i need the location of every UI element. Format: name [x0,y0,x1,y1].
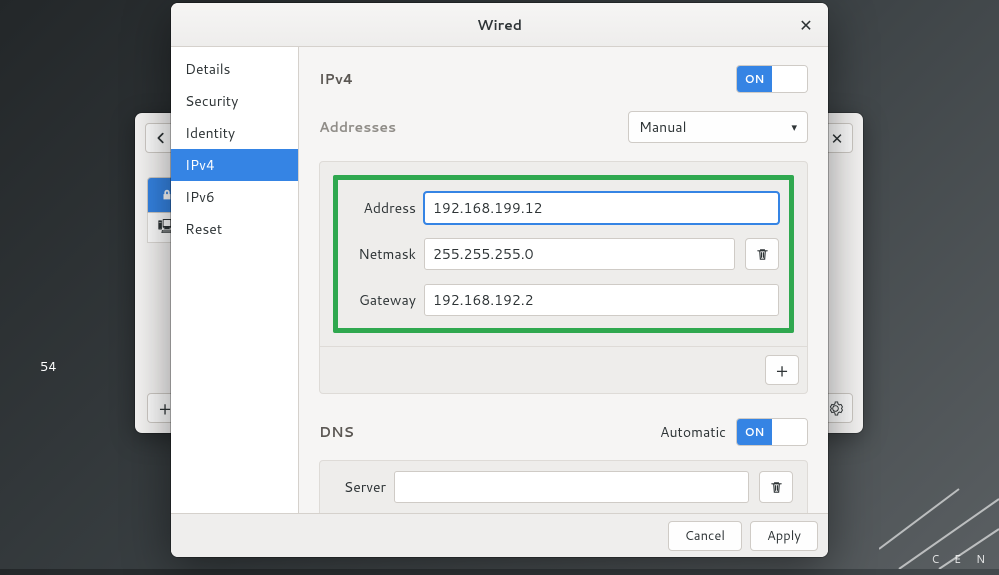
addresses-panel: Address Netmask Gateway [319,161,808,394]
wired-settings-dialog: Wired ✕ Details Security Identity IPv4 I… [171,3,828,557]
sidebar-item-ipv4[interactable]: IPv4 [171,149,298,181]
action-bar: Cancel Apply [171,513,828,557]
chevron-down-icon: ▾ [791,119,797,135]
sidebar-item-security[interactable]: Security [171,85,298,117]
window-title: Wired [477,15,522,35]
sidebar-item-ipv6[interactable]: IPv6 [171,181,298,213]
netmask-label: Netmask [348,244,424,264]
address-label: Address [348,198,424,218]
decorative-text: C E N [931,551,991,567]
sidebar-item-identity[interactable]: Identity [171,117,298,149]
content-pane: IPv4 ON Addresses Manual ▾ Address [299,47,828,513]
address-input[interactable] [424,192,779,224]
ipv4-toggle[interactable]: ON [736,65,808,93]
delete-dns-button[interactable] [759,471,793,503]
sidebar: Details Security Identity IPv4 IPv6 Rese… [171,47,299,513]
toggle-on-label: ON [737,419,772,445]
ipv4-heading: IPv4 [319,69,353,89]
netmask-input[interactable] [424,238,735,270]
sidebar-item-details[interactable]: Details [171,53,298,85]
addresses-mode-select[interactable]: Manual ▾ [628,111,808,143]
add-address-button[interactable]: + [765,355,799,385]
dns-heading: DNS [319,422,354,442]
sidebar-item-reset[interactable]: Reset [171,213,298,245]
trash-icon [769,480,784,495]
select-value: Manual [639,117,686,137]
toggle-on-label: ON [737,66,772,92]
dns-panel: Server + [319,460,808,513]
dns-server-input[interactable] [394,471,749,503]
server-label: Server [334,477,394,497]
addresses-heading: Addresses [319,117,396,137]
trash-icon [755,247,770,262]
gateway-input[interactable] [424,284,779,316]
close-icon[interactable]: ✕ [792,11,820,39]
dns-automatic-toggle[interactable]: ON [736,418,808,446]
dns-automatic-label: Automatic [660,422,726,442]
apply-button[interactable]: Apply [750,521,818,551]
gateway-label: Gateway [348,290,424,310]
delete-address-button[interactable] [745,238,779,270]
address-form-highlight: Address Netmask Gateway [333,175,794,333]
desktop-text: 54 [40,358,57,376]
cancel-button[interactable]: Cancel [668,521,742,551]
titlebar: Wired ✕ [171,3,828,47]
